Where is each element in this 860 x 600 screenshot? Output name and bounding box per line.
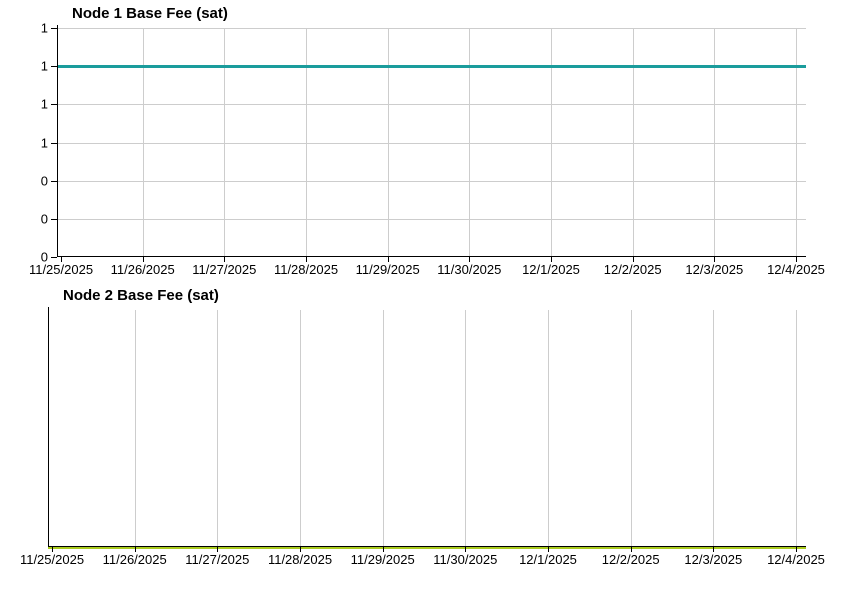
y-axis-line xyxy=(48,307,49,547)
x-tick-label: 11/27/2025 xyxy=(192,262,257,277)
y-tick-label: 0 xyxy=(40,173,48,189)
x-tick-label: 12/2/2025 xyxy=(603,262,662,277)
y-tick-label: 1 xyxy=(40,20,48,36)
x-axis-line xyxy=(57,256,806,257)
x-axis-tick xyxy=(713,547,715,552)
x-tick-label: 12/1/2025 xyxy=(522,262,580,277)
x-axis-tick xyxy=(387,257,389,262)
x-axis-line xyxy=(48,546,806,547)
y-tick-label: 1 xyxy=(40,135,48,150)
x-tick-label: 11/27/2025 xyxy=(185,552,250,567)
x-axis-tick xyxy=(142,257,144,262)
node1-chart-title: Node 1 Base Fee (sat) xyxy=(72,5,228,22)
x-tick-label: 11/25/2025 xyxy=(19,552,85,567)
node1-plot-area xyxy=(51,25,806,262)
x-axis-tick xyxy=(224,257,226,262)
y-axis-tick xyxy=(51,257,57,258)
vertical-gridline xyxy=(796,310,797,547)
series-line-node-2-base-fee xyxy=(48,547,806,549)
vertical-gridline xyxy=(382,310,384,547)
y-tick-label: 0 xyxy=(40,211,48,227)
series-line-node-1-base-fee xyxy=(57,64,806,68)
y-tick-label: 1 xyxy=(40,96,48,112)
x-tick-label: 11/25/2025 xyxy=(28,262,94,277)
x-tick-label: 11/26/2025 xyxy=(110,262,175,277)
vertical-gridline xyxy=(548,310,549,547)
x-tick-label: 11/29/2025 xyxy=(355,262,420,277)
horizontal-gridline xyxy=(57,28,806,29)
x-axis-tick xyxy=(796,547,797,552)
node2-chart-title: Node 2 Base Fee (sat) xyxy=(63,287,219,304)
x-axis-tick xyxy=(300,547,301,552)
horizontal-gridline xyxy=(57,104,806,106)
x-axis-tick xyxy=(630,547,632,552)
x-tick-label: 11/28/2025 xyxy=(267,552,333,567)
node1-y-axis-labels: 1111000 xyxy=(18,22,48,264)
node1-x-axis-labels: 11/25/2025 11/26/2025 11/27/2025 11/28/2025… xyxy=(29,262,825,278)
x-tick-label: 11/28/2025 xyxy=(273,262,339,277)
x-axis-tick xyxy=(548,547,549,552)
horizontal-gridline xyxy=(57,218,806,220)
y-axis-line xyxy=(57,25,58,257)
node2-y-axis-labels xyxy=(18,310,40,547)
vertical-gridline xyxy=(713,310,715,547)
vertical-gridline xyxy=(134,310,136,547)
x-tick-label: 12/1/2025 xyxy=(519,552,577,567)
vertical-gridline xyxy=(465,310,467,547)
x-tick-label: 12/3/2025 xyxy=(685,262,744,277)
x-axis-tick xyxy=(382,547,384,552)
x-tick-label: 12/4/2025 xyxy=(767,552,825,567)
vertical-gridline xyxy=(630,310,632,547)
x-axis-tick xyxy=(632,257,634,262)
vertical-gridline xyxy=(217,310,219,547)
x-axis-tick xyxy=(714,257,716,262)
horizontal-gridline xyxy=(57,180,806,182)
x-axis-tick xyxy=(134,547,136,552)
x-axis-tick xyxy=(217,547,219,552)
x-tick-label: 11/29/2025 xyxy=(350,552,415,567)
vertical-gridline xyxy=(300,310,301,547)
y-tick-label: 1 xyxy=(40,58,48,74)
x-axis-tick xyxy=(469,257,471,262)
x-tick-label: 12/3/2025 xyxy=(684,552,743,567)
x-tick-label: 11/30/2025 xyxy=(437,262,502,277)
horizontal-gridline xyxy=(57,142,806,144)
node2-plot-area xyxy=(48,307,806,552)
x-axis-tick xyxy=(796,257,797,262)
x-tick-label: 11/30/2025 xyxy=(433,552,498,567)
x-axis-tick xyxy=(306,257,307,262)
x-axis-tick xyxy=(52,547,53,552)
x-axis-tick xyxy=(465,547,467,552)
x-axis-tick xyxy=(551,257,552,262)
x-tick-label: 12/2/2025 xyxy=(601,552,660,567)
node2-x-axis-labels: 11/25/2025 11/26/2025 11/27/2025 11/28/2025… xyxy=(20,552,825,568)
x-tick-label: 11/26/2025 xyxy=(102,552,167,567)
x-tick-label: 12/4/2025 xyxy=(767,262,825,277)
x-axis-tick xyxy=(61,257,62,262)
